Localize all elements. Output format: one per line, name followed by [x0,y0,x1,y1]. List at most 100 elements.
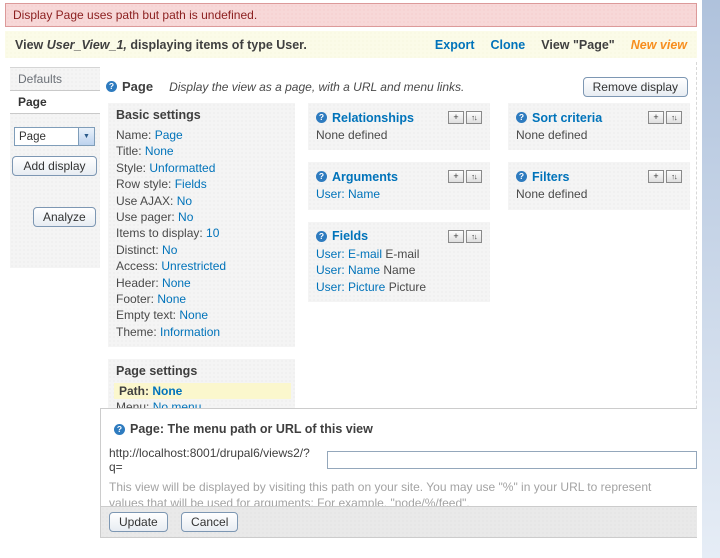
path-input[interactable] [326,451,697,469]
relationships-title[interactable]: Relationships [332,111,414,125]
setting-ajax-link[interactable]: No [177,194,192,208]
export-link[interactable]: Export [435,38,475,52]
relationships-box: ? Relationships + ↑↓ None defined [308,103,490,151]
tab-page[interactable]: Page [10,91,100,114]
setting-row-path: Path: None [114,383,291,400]
setting-pager-link[interactable]: No [178,210,193,224]
update-button[interactable]: Update [109,512,168,532]
setting-row: Access: Unrestricted [116,259,227,274]
display-title: Page [122,79,154,94]
rearrange-icon[interactable]: ↑↓ [666,111,682,124]
filters-title[interactable]: Filters [532,170,570,184]
display-type-select[interactable]: Page ▼ [14,127,95,146]
basic-settings-heading: Basic settings [116,108,201,122]
argument-item: User: Name [316,186,482,202]
help-icon[interactable]: ? [516,171,527,183]
help-icon[interactable]: ? [114,423,125,435]
add-display-button[interactable]: Add display [12,156,97,176]
new-view-link[interactable]: New view [631,38,687,52]
setting-row: Use pager: No [116,209,194,224]
view-page-link[interactable]: View "Page" [541,38,614,52]
setting-footer-link[interactable]: None [157,292,186,306]
path-form-title: Page: The menu path or URL of this view [130,422,373,436]
display-header: ? Page Display the view as a page, with … [106,79,464,94]
fields-title[interactable]: Fields [332,229,368,243]
chevron-down-icon: ▼ [78,128,94,145]
tab-defaults[interactable]: Defaults [10,68,100,91]
setting-style-link[interactable]: Unformatted [149,161,215,175]
setting-distinct-link[interactable]: No [162,243,177,257]
display-editor: ? Page Display the view as a page, with … [100,62,697,538]
form-actions: Update Cancel [101,506,697,537]
rearrange-icon[interactable]: ↑↓ [466,111,482,124]
setting-items-link[interactable]: 10 [206,226,219,240]
error-message-text: Display Page uses path but path is undef… [13,8,258,22]
arguments-box: ? Arguments + ↑↓ User: Name [308,162,490,210]
setting-header-link[interactable]: None [162,276,191,290]
sort-criteria-title[interactable]: Sort criteria [532,111,602,125]
sort-criteria-empty: None defined [516,128,588,142]
analyze-button[interactable]: Analyze [33,207,96,227]
field-link[interactable]: User: Name [316,263,380,277]
field-item: User: Picture Picture [316,279,427,294]
view-info-bar: View User_View_1, displaying items of ty… [5,31,697,58]
field-item: User: E-mail E-mail [316,246,420,261]
cancel-button[interactable]: Cancel [181,512,239,532]
argument-link[interactable]: User: Name [316,187,380,201]
setting-row: Use AJAX: No [116,193,193,208]
help-icon[interactable]: ? [106,81,117,92]
right-column: ? Sort criteria + ↑↓ None defined ? Filt… [508,103,690,222]
add-icon[interactable]: + [648,170,664,184]
display-description: Display the view as a page, with a URL a… [169,79,465,94]
add-icon[interactable]: + [448,170,464,184]
setting-access-link[interactable]: Unrestricted [161,259,226,273]
add-icon[interactable]: + [648,111,664,124]
rearrange-icon[interactable]: ↑↓ [466,170,482,184]
view-summary-suffix: displaying items of type User. [130,37,307,52]
field-link[interactable]: User: E-mail [316,247,382,261]
fields-box: ? Fields + ↑↓ User: E-mail E-mail User: … [308,221,490,302]
setting-row-style-link[interactable]: Fields [175,177,207,191]
sort-criteria-box: ? Sort criteria + ↑↓ None defined [508,103,690,151]
filters-box: ? Filters + ↑↓ None defined [508,162,690,210]
error-message: Display Page uses path but path is undef… [5,3,697,27]
page-settings-heading: Page settings [116,364,198,379]
clone-link[interactable]: Clone [491,38,526,52]
url-prefix: http://localhost:8001/drupal6/views2/?q= [109,446,310,474]
setting-row: Empty text: None [116,308,209,323]
setting-theme-link[interactable]: Information [160,325,220,339]
setting-path-link[interactable]: None [152,384,182,398]
path-settings-form: ? Page: The menu path or URL of this vie… [100,408,697,538]
setting-name-link[interactable]: Page [155,128,183,142]
view-actions: Export Clone View "Page" New view [435,38,687,52]
arguments-title[interactable]: Arguments [332,170,398,184]
help-icon[interactable]: ? [316,171,327,183]
page-background-strip [702,0,720,558]
help-icon[interactable]: ? [316,230,327,242]
setting-row: Row style: Fields [116,177,207,192]
basic-settings-box: Basic settings Name: Page Title: None St… [108,103,295,348]
add-icon[interactable]: + [448,111,464,124]
setting-title-link[interactable]: None [145,144,174,158]
display-type-select-value: Page [19,130,46,143]
display-sidebar: Defaults Page Page ▼ Add display Analyze [10,67,100,268]
setting-row: Name: Page [116,128,183,142]
setting-row: Footer: None [116,291,187,306]
setting-row: Header: None [116,275,191,290]
field-link[interactable]: User: Picture [316,280,385,294]
remove-display-button[interactable]: Remove display [582,77,688,97]
view-summary: View User_View_1, displaying items of ty… [15,38,307,52]
rearrange-icon[interactable]: ↑↓ [666,170,682,184]
add-icon[interactable]: + [448,229,464,243]
setting-row: Distinct: No [116,242,178,257]
help-icon[interactable]: ? [316,112,327,123]
rearrange-icon[interactable]: ↑↓ [466,229,482,243]
help-icon[interactable]: ? [516,112,527,123]
setting-empty-text-link[interactable]: None [179,308,208,322]
settings-column: Basic settings Name: Page Title: None St… [108,103,295,435]
middle-column: ? Relationships + ↑↓ None defined ? Argu… [308,103,490,314]
path-form-heading: ? Page: The menu path or URL of this vie… [109,422,697,436]
filters-empty: None defined [516,187,588,202]
setting-row: Theme: Information [116,324,221,339]
path-url-row: http://localhost:8001/drupal6/views2/?q= [109,446,697,474]
